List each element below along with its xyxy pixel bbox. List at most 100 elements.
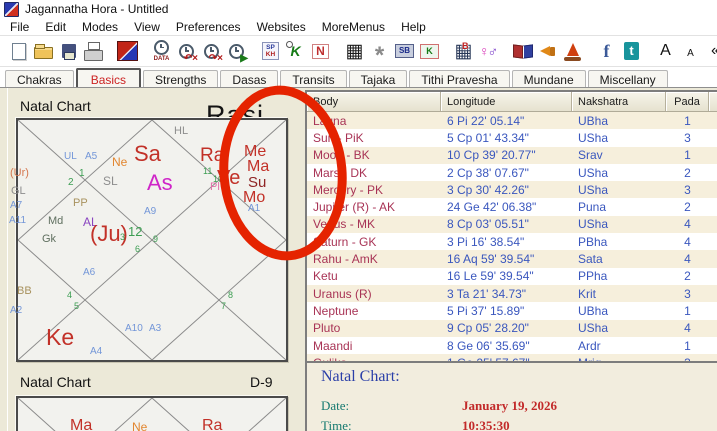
- table-row-sun-pik[interactable]: Sun - PiK 5 Cp 01' 43.34" USha 3: [307, 129, 717, 146]
- menu-modes[interactable]: Modes: [74, 19, 126, 35]
- table-row-lagna[interactable]: Lagna 6 Pi 22' 05.14" UBha 1: [307, 112, 717, 130]
- undo-time-icon[interactable]: ↶×: [174, 38, 199, 64]
- chart-label-4: 4: [67, 290, 73, 300]
- table-body: Lagna 6 Pi 22' 05.14" UBha 1 Sun - PiK 5 Cp 0…: [307, 112, 717, 361]
- column-header-body[interactable]: Body: [307, 92, 441, 111]
- announce-icon[interactable]: [535, 38, 560, 64]
- cell-longitude: 3 Cp 30' 42.26": [447, 182, 529, 197]
- menu-file[interactable]: File: [2, 19, 37, 35]
- table-row-uranus-r[interactable]: Uranus (R) 3 Ta 21' 34.73" Krit 3: [307, 284, 717, 303]
- save-file-icon[interactable]: [56, 38, 81, 64]
- navamsa-chart: [16, 396, 288, 431]
- transit-time-icon[interactable]: ▶: [224, 38, 249, 64]
- cell-pada: 1: [684, 148, 691, 163]
- jhora-logo-icon[interactable]: [115, 38, 140, 64]
- k-box-icon[interactable]: K: [417, 38, 442, 64]
- cell-body: Venus - MK: [313, 217, 376, 232]
- font-decrease-icon[interactable]: A: [678, 38, 703, 64]
- print-icon[interactable]: [81, 38, 106, 64]
- column-header-pada[interactable]: Pada: [666, 92, 709, 111]
- cell-longitude: 24 Ge 42' 06.38": [447, 200, 537, 215]
- cell-pada: 2: [684, 269, 691, 284]
- sb-icon[interactable]: SB: [392, 38, 417, 64]
- menu-view[interactable]: View: [126, 19, 168, 35]
- k-box-icon-label: K: [420, 43, 439, 59]
- menu-edit[interactable]: Edit: [37, 19, 74, 35]
- font-increase-icon[interactable]: A: [653, 38, 678, 64]
- chart-label-a9: A9: [144, 206, 157, 217]
- cell-body: Sun - PiK: [313, 130, 364, 145]
- chart-label-a5: A5: [85, 151, 98, 162]
- cell-longitude: 6 Pi 22' 05.14": [447, 113, 525, 128]
- open-file-icon[interactable]: [31, 38, 56, 64]
- cell-body: Ketu: [313, 269, 338, 284]
- cell-longitude: 3 Pi 16' 38.54": [447, 234, 525, 249]
- table-row-moon-bk[interactable]: Moon - BK 10 Cp 39' 20.77" Srav 1: [307, 146, 717, 164]
- book-icon[interactable]: [510, 38, 535, 64]
- menu-moremenus[interactable]: MoreMenus: [314, 19, 393, 35]
- menu-websites[interactable]: Websites: [249, 19, 314, 35]
- table-row-jupiter-r-ak[interactable]: Jupiter (R) - AK 24 Ge 42' 06.38" Puna 2: [307, 198, 717, 215]
- sp-kh-icon[interactable]: SP KH: [258, 38, 283, 64]
- cell-pada: 3: [684, 286, 691, 301]
- cell-pada: 2: [684, 200, 691, 215]
- facebook-icon[interactable]: f: [594, 38, 619, 64]
- twitter-icon[interactable]: t: [619, 38, 644, 64]
- chart-label-ra: Ra: [200, 145, 225, 166]
- cell-pada: 4: [684, 321, 691, 336]
- cell-body: Mars - DK: [313, 165, 367, 180]
- homam-fire-icon[interactable]: [560, 38, 585, 64]
- kp-lens-icon[interactable]: K: [283, 38, 308, 64]
- table-row-neptune[interactable]: Neptune 5 Pi 37' 15.89" UBha 1: [307, 302, 717, 319]
- window-title: Jagannatha Hora - Untitled: [25, 2, 169, 16]
- table-row-mars-dk[interactable]: Mars - DK 2 Cp 38' 07.67" USha 2: [307, 164, 717, 181]
- table-row-maandi[interactable]: Maandi 8 Ge 06' 35.69" Ardr 1: [307, 337, 717, 354]
- table-row-mercury-pk[interactable]: Mercury - PK 3 Cp 30' 42.26" USha 3: [307, 181, 717, 199]
- table-row-rahu-amk[interactable]: Rahu - AmK 16 Aq 59' 39.54" Sata 4: [307, 250, 717, 268]
- cell-nakshatra: USha: [578, 182, 609, 197]
- chart-label-a10: A10: [125, 323, 143, 334]
- chart-label-2: 2: [68, 177, 74, 188]
- cell-nakshatra: Puna: [578, 200, 607, 215]
- table-row-saturn-gk[interactable]: Saturn - GK 3 Pi 16' 38.54" PBha 4: [307, 233, 717, 250]
- toolbar: DATA↶×↷×▶SP KHKNSBKBftAA«: [0, 35, 717, 67]
- cell-body: Jupiter (R) - AK: [313, 200, 396, 215]
- chakra-grid-icon[interactable]: [342, 38, 367, 64]
- table-row-ketu[interactable]: Ketu 16 Le 59' 39.54" PPha 2: [307, 268, 717, 285]
- app-icon: [4, 1, 19, 17]
- redo-time-icon[interactable]: ↷×: [199, 38, 224, 64]
- column-header-nakshatra[interactable]: Nakshatra: [572, 92, 666, 111]
- cell-nakshatra: Mrig: [572, 356, 666, 361]
- chart-label-11: 11: [203, 166, 213, 176]
- chart-label-a4: A4: [90, 346, 103, 357]
- menu-help[interactable]: Help: [393, 19, 434, 35]
- calendar-icon-label: B: [462, 41, 469, 51]
- column-header-longitude[interactable]: Longitude: [441, 92, 572, 111]
- redo-time-icon-glyph: ↷×: [208, 53, 223, 64]
- birth-data-clock-icon-label: DATA: [153, 56, 170, 62]
- chart-label-ne: Ne: [132, 420, 148, 431]
- new-file-icon[interactable]: [6, 38, 31, 64]
- table-row-gulika[interactable]: Gulika1 Ge 25' 57.67"Mrig3: [307, 354, 717, 361]
- chart-label-5: 5: [74, 301, 80, 311]
- cell-nakshatra: Krit: [578, 286, 596, 301]
- chart-label-pp: PP: [73, 197, 88, 209]
- calendar-icon[interactable]: B: [451, 38, 476, 64]
- collapse-icon[interactable]: «: [703, 38, 717, 64]
- chart-label-3: 3: [120, 232, 126, 242]
- cell-nakshatra: UBha: [578, 303, 609, 318]
- birth-data-clock-icon[interactable]: DATA: [149, 38, 174, 64]
- chart-label-sl: SL: [103, 174, 118, 188]
- cell-longitude: 5 Pi 37' 15.89": [447, 303, 525, 318]
- table-row-pluto[interactable]: Pluto 9 Cp 05' 28.20" USha 4: [307, 319, 717, 337]
- cell-body: Maandi: [313, 338, 353, 353]
- cell-pada: 4: [684, 217, 691, 232]
- cell-longitude: 1 Ge 25' 57.67": [441, 356, 572, 361]
- chart-label-ma: Ma: [247, 158, 270, 175]
- compatibility-icon[interactable]: [476, 38, 501, 64]
- notes-icon[interactable]: N: [308, 38, 333, 64]
- sb-icon-label: SB: [394, 44, 415, 58]
- menu-preferences[interactable]: Preferences: [168, 19, 249, 35]
- ashtakavarga-icon[interactable]: [367, 38, 392, 64]
- table-row-venus-mk[interactable]: Venus - MK 8 Cp 03' 05.51" USha 4: [307, 215, 717, 234]
